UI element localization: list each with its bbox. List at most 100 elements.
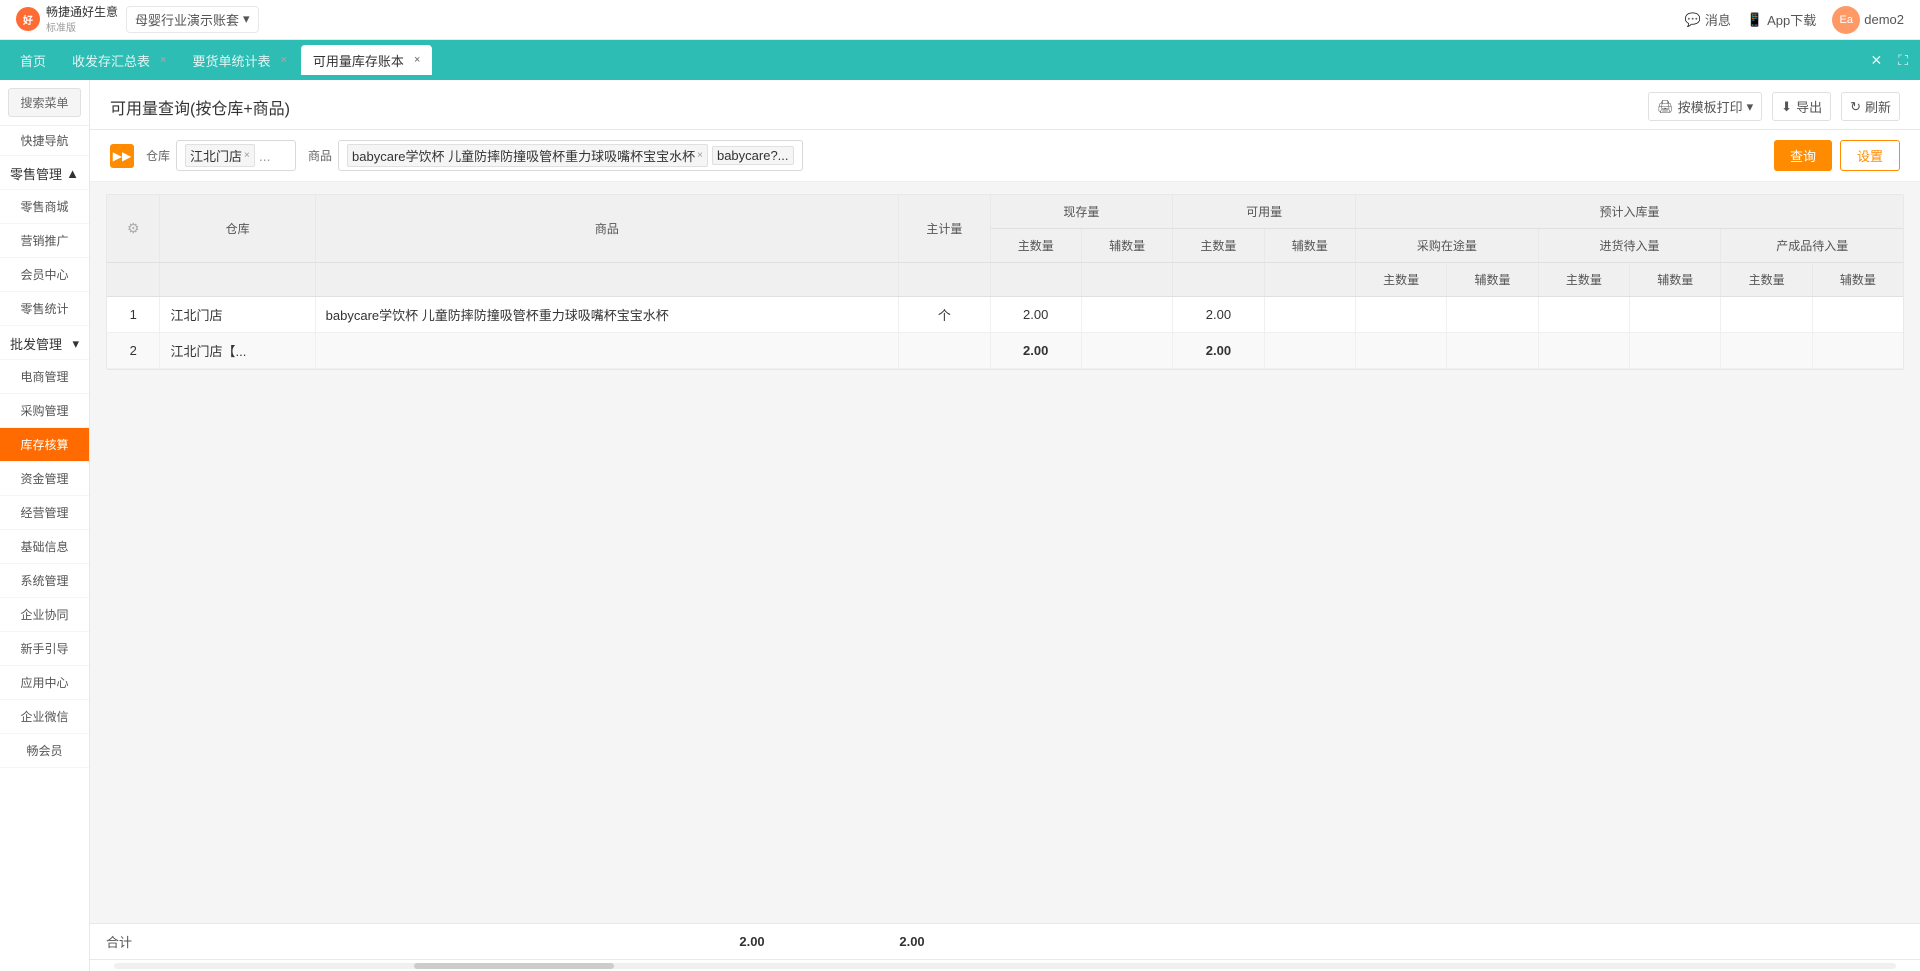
message-btn[interactable]: 💬 消息 xyxy=(1685,10,1731,29)
top-bar: 好 畅捷通好生意 标准版 母婴行业演示账套 ▾ 💬 消息 📱 App下载 Ea … xyxy=(0,0,1920,40)
close-all-tabs-btn[interactable]: ✕ xyxy=(1866,48,1886,73)
td-product: babycare学饮杯 儿童防摔防撞吸管杯重力球吸嘴杯宝宝水杯 xyxy=(315,297,899,333)
nav-tabs-right: ✕ ⛶ xyxy=(1866,48,1912,73)
sidebar-item-inventory[interactable]: 库存核算 xyxy=(0,428,89,462)
tab-available-stock-close[interactable]: × xyxy=(414,54,420,66)
app-download-btn[interactable]: 📱 App下载 xyxy=(1747,10,1816,29)
sidebar-item-basic-info[interactable]: 基础信息 xyxy=(0,530,89,564)
logo-area: 好 畅捷通好生意 标准版 xyxy=(16,5,118,34)
chevron-up-icon: ▲ xyxy=(66,166,79,181)
th-setting: ⚙ xyxy=(107,195,160,263)
sidebar-item-quicknav[interactable]: 快捷导航 xyxy=(0,126,89,156)
print-label: 按模板打印 xyxy=(1678,97,1743,116)
tab-recv-send-label: 收发存汇总表 xyxy=(72,51,150,70)
refresh-label: 刷新 xyxy=(1865,97,1891,116)
tab-order-stat-label: 要货单统计表 xyxy=(192,51,270,70)
tab-recv-send[interactable]: 收发存汇总表 × xyxy=(60,45,178,75)
sidebar-item-purchase[interactable]: 采购管理 xyxy=(0,394,89,428)
product-filter-group: 商品 babycare学饮杯 儿童防摔防撞吸管杯重力球吸嘴杯宝宝水杯 × bab… xyxy=(308,140,803,171)
sidebar-item-marketing[interactable]: 营销推广 xyxy=(0,224,89,258)
main-layout: 搜索菜单 快捷导航 零售管理 ▲ 零售商城 营销推广 会员中心 零售统计 批发管… xyxy=(0,80,1920,971)
td-current-main: 2.00 xyxy=(990,297,1081,333)
user-area[interactable]: Ea demo2 xyxy=(1832,6,1904,34)
tab-home[interactable]: 首页 xyxy=(8,45,58,75)
sidebar-item-retail-stats[interactable]: 零售统计 xyxy=(0,292,89,326)
product-input[interactable]: babycare学饮杯 儿童防摔防撞吸管杯重力球吸嘴杯宝宝水杯 × babyca… xyxy=(338,140,802,171)
sidebar-group-retail[interactable]: 零售管理 ▲ xyxy=(0,156,89,190)
sidebar-item-operations[interactable]: 经营管理 xyxy=(0,496,89,530)
refresh-icon: ↻ xyxy=(1850,99,1861,115)
print-btn[interactable]: 🖨 按模板打印 ▾ xyxy=(1648,92,1762,121)
industry-selector[interactable]: 母婴行业演示账套 ▾ xyxy=(126,6,259,33)
sidebar-item-finance[interactable]: 资金管理 xyxy=(0,462,89,496)
td-prod-main-2 xyxy=(1721,333,1812,369)
td-current-aux xyxy=(1081,297,1172,333)
td-index: 1 xyxy=(107,297,160,333)
sidebar-group-wholesale[interactable]: 批发管理 ▾ xyxy=(0,326,89,360)
warehouse-input[interactable]: 江北门店 × ... xyxy=(176,140,296,171)
export-btn[interactable]: ⬇ 导出 xyxy=(1772,92,1831,121)
sidebar-item-ecommerce[interactable]: 电商管理 xyxy=(0,360,89,394)
sidebar-item-enterprise-collab[interactable]: 企业协同 xyxy=(0,598,89,632)
maximize-btn[interactable]: ⛶ xyxy=(1894,48,1912,73)
page-title: 可用量查询(按仓库+商品) xyxy=(110,95,290,119)
warehouse-label: 仓库 xyxy=(146,147,170,164)
filter-bar: ▶▶ 仓库 江北门店 × ... 商品 babycare学饮杯 儿童防摔防撞吸管… xyxy=(90,130,1920,182)
th-empty-7 xyxy=(1173,263,1264,297)
th-inbound-pending: 进货待入量 xyxy=(1538,229,1721,263)
td-main-unit: 个 xyxy=(899,297,990,333)
th-product-pending: 产成品待入量 xyxy=(1721,229,1903,263)
warehouse-more-dots[interactable]: ... xyxy=(259,148,271,164)
tab-available-stock-label: 可用量库存账本 xyxy=(313,51,404,70)
table-row: 1 江北门店 babycare学饮杯 儿童防摔防撞吸管杯重力球吸嘴杯宝宝水杯 个… xyxy=(107,297,1903,333)
td-inbound-main-2 xyxy=(1538,333,1629,369)
message-icon: 💬 xyxy=(1685,12,1701,28)
scrollbar-thumb[interactable] xyxy=(414,963,614,969)
total-current-stock-main: 2.00 xyxy=(712,934,792,949)
tab-order-stat-close[interactable]: × xyxy=(280,54,286,66)
app-download-label: App下载 xyxy=(1767,10,1816,29)
product-tag-1-text: babycare学饮杯 儿童防摔防撞吸管杯重力球吸嘴杯宝宝水杯 xyxy=(352,146,695,165)
tab-order-stat[interactable]: 要货单统计表 × xyxy=(180,45,298,75)
td-index-2: 2 xyxy=(107,333,160,369)
chevron-down-icon: ▾ xyxy=(243,11,250,27)
avatar: Ea xyxy=(1832,6,1860,34)
industry-label: 母婴行业演示账套 xyxy=(135,10,239,29)
sidebar-item-system[interactable]: 系统管理 xyxy=(0,564,89,598)
th-avail-main: 主数量 xyxy=(1173,229,1264,263)
td-avail-main-2: 2.00 xyxy=(1173,333,1264,369)
td-purchase-aux-2 xyxy=(1447,333,1538,369)
product-tag-1-remove[interactable]: × xyxy=(697,150,703,161)
sidebar-item-app-center[interactable]: 应用中心 xyxy=(0,666,89,700)
td-purchase-main xyxy=(1355,297,1446,333)
export-label: 导出 xyxy=(1796,97,1822,116)
td-warehouse: 江北门店 xyxy=(160,297,315,333)
sidebar-item-retail-mall[interactable]: 零售商城 xyxy=(0,190,89,224)
horizontal-scrollbar[interactable] xyxy=(90,959,1920,971)
sidebar-group-wholesale-label: 批发管理 xyxy=(10,334,62,353)
th-empty-3 xyxy=(315,263,899,297)
td-purchase-main-2 xyxy=(1355,333,1446,369)
tab-available-stock[interactable]: 可用量库存账本 × xyxy=(301,45,432,75)
tab-home-label: 首页 xyxy=(20,51,46,70)
sidebar-item-member-center[interactable]: 会员中心 xyxy=(0,258,89,292)
th-purchase-main: 主数量 xyxy=(1355,263,1446,297)
sidebar-item-new-guide[interactable]: 新手引导 xyxy=(0,632,89,666)
settings-button[interactable]: 设置 xyxy=(1840,140,1900,171)
td-avail-aux-2 xyxy=(1264,333,1355,369)
refresh-btn[interactable]: ↻ 刷新 xyxy=(1841,92,1900,121)
footer-bar: 合计 2.00 2.00 xyxy=(90,923,1920,959)
th-inbound-main: 主数量 xyxy=(1538,263,1629,297)
warehouse-tag-remove[interactable]: × xyxy=(244,150,250,161)
sidebar-item-enterprise-wechat[interactable]: 企业微信 xyxy=(0,700,89,734)
logo-text-area: 畅捷通好生意 标准版 xyxy=(46,5,118,34)
column-setting-icon[interactable]: ⚙ xyxy=(127,220,140,236)
td-current-aux-2 xyxy=(1081,333,1172,369)
tab-recv-send-close[interactable]: × xyxy=(160,54,166,66)
sidebar-item-member-vip[interactable]: 畅会员 xyxy=(0,734,89,768)
page-header: 可用量查询(按仓库+商品) 🖨 按模板打印 ▾ ⬇ 导出 ↻ 刷新 xyxy=(90,80,1920,130)
query-button[interactable]: 查询 xyxy=(1774,140,1832,171)
filter-expand-btn[interactable]: ▶▶ xyxy=(110,144,134,168)
td-avail-aux xyxy=(1264,297,1355,333)
search-menu-btn[interactable]: 搜索菜单 xyxy=(8,88,81,117)
